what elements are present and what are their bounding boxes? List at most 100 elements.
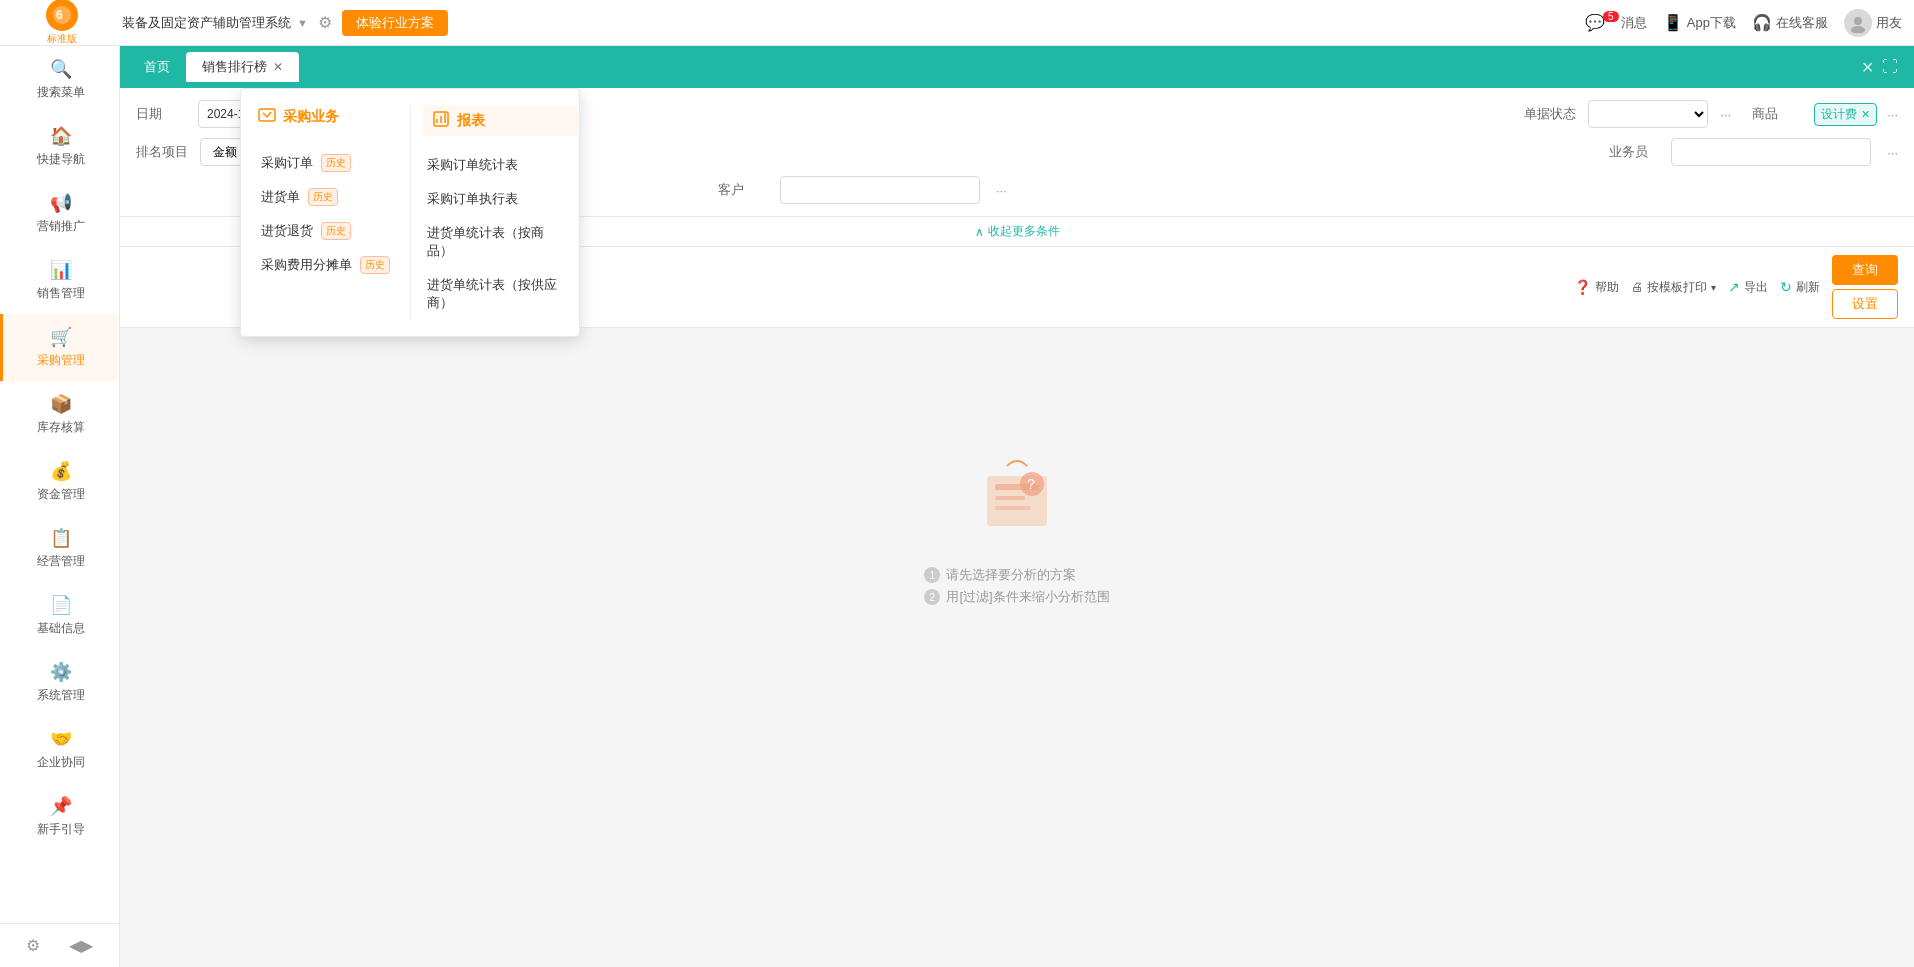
- sidebar-label-purchase: 采购管理: [37, 352, 85, 369]
- sidebar-item-purchase[interactable]: 🛒 采购管理: [0, 314, 119, 381]
- tabbar-right: ✕ ⛶: [1861, 58, 1906, 77]
- main: 首页 销售排行榜 ✕ ✕ ⛶ 日期 2024-12-31: [120, 46, 1914, 967]
- sidebar-item-collab[interactable]: 🤝 企业协同: [0, 716, 119, 783]
- po-execution-label: 采购订单执行表: [427, 190, 518, 208]
- messages-btn[interactable]: 💬 5 消息: [1585, 13, 1647, 32]
- salesperson-dots[interactable]: ···: [1887, 145, 1898, 160]
- tab-sales-rank[interactable]: 销售排行榜 ✕: [186, 52, 299, 82]
- tab-close-icon[interactable]: ✕: [273, 60, 283, 74]
- reports-header-label: 报表: [457, 112, 485, 130]
- sidebar-label-sales: 销售管理: [37, 285, 85, 302]
- sidebar-item-system[interactable]: ⚙️ 系统管理: [0, 649, 119, 716]
- tab-home[interactable]: 首页: [128, 52, 186, 82]
- messages-label: 消息: [1621, 14, 1647, 32]
- system-dropdown-icon[interactable]: ▼: [297, 17, 308, 29]
- refresh-btn[interactable]: ↻ 刷新: [1780, 279, 1820, 296]
- nav-icon: 🏠: [50, 125, 72, 147]
- purchase-col-header: 采购业务: [257, 105, 398, 134]
- doc-status-label: 单据状态: [1524, 105, 1576, 123]
- sidebar-label-search: 搜索菜单: [37, 84, 85, 101]
- print-btn[interactable]: 🖨 按模板打印 ▾: [1631, 279, 1716, 296]
- tab-close-window-icon[interactable]: ✕: [1861, 58, 1874, 77]
- sidebar-item-basic-info[interactable]: 📄 基础信息: [0, 582, 119, 649]
- sidebar-label-inventory: 库存核算: [37, 419, 85, 436]
- dropdown-item-receipt-by-goods[interactable]: 进货单统计表（按商品）: [423, 216, 564, 268]
- sidebar-label-system: 系统管理: [37, 687, 85, 704]
- inventory-icon: 📦: [50, 393, 72, 415]
- rank-label: 排名项目: [136, 143, 188, 161]
- industry-btn[interactable]: 体验行业方案: [342, 10, 448, 36]
- query-btn[interactable]: 查询: [1832, 255, 1898, 285]
- purchase-header-icon: [257, 105, 277, 128]
- settings-btn[interactable]: 设置: [1832, 289, 1898, 319]
- topbar-system: 装备及固定资产辅助管理系统 ▼ ⚙ 体验行业方案: [122, 10, 1585, 36]
- empty-state: ? 1 请先选择要分析的方案 2 用[过滤]条件来缩小分析范围: [120, 328, 1914, 728]
- printer-icon: 🖨: [1631, 280, 1643, 294]
- sidebar-settings-btn[interactable]: ⚙: [26, 936, 40, 955]
- sidebar-collapse-btn[interactable]: ◀▶: [69, 936, 93, 955]
- app-download-btn[interactable]: 📱 App下载: [1663, 13, 1736, 32]
- system-icon: ⚙️: [50, 661, 72, 683]
- operations-icon: 📋: [50, 527, 72, 549]
- salesperson-input[interactable]: [1671, 138, 1871, 166]
- basic-info-icon: 📄: [50, 594, 72, 616]
- print-arrow-icon: ▾: [1711, 282, 1716, 293]
- reports-col-header: 报表: [423, 105, 580, 136]
- dropdown-item-goods-receipt[interactable]: 进货单 历史: [257, 180, 398, 214]
- dropdown-item-po-execution[interactable]: 采购订单执行表: [423, 182, 564, 216]
- sidebar-label-basic-info: 基础信息: [37, 620, 85, 637]
- sidebar-item-nav[interactable]: 🏠 快捷导航: [0, 113, 119, 180]
- svg-rect-9: [259, 109, 275, 121]
- online-service-btn[interactable]: 🎧 在线客服: [1752, 13, 1828, 32]
- sidebar-item-guide[interactable]: 📌 新手引导: [0, 783, 119, 850]
- receipt-by-supplier-label: 进货单统计表（按供应商）: [427, 276, 560, 312]
- sidebar-item-operations[interactable]: 📋 经营管理: [0, 515, 119, 582]
- online-service-label: 在线客服: [1776, 14, 1828, 32]
- sidebar-item-marketing[interactable]: 📢 营销推广: [0, 180, 119, 247]
- doc-status-select[interactable]: [1588, 100, 1708, 128]
- customer-input[interactable]: [780, 176, 980, 204]
- dropdown-item-purchase-order[interactable]: 采购订单 历史: [257, 146, 398, 180]
- sidebar-item-finance[interactable]: 💰 资金管理: [0, 448, 119, 515]
- purchase-order-label: 采购订单: [261, 154, 313, 172]
- dropdown-item-purchase-expense[interactable]: 采购费用分摊单 历史: [257, 248, 398, 282]
- sidebar-item-sales[interactable]: 📊 销售管理: [0, 247, 119, 314]
- dropdown-item-po-stats[interactable]: 采购订单统计表: [423, 148, 564, 182]
- sidebar-item-search[interactable]: 🔍 搜索菜单: [0, 46, 119, 113]
- dropdown-item-receipt-by-supplier[interactable]: 进货单统计表（按供应商）: [423, 268, 564, 320]
- tab-maximize-icon[interactable]: ⛶: [1882, 58, 1898, 76]
- export-btn[interactable]: ↗ 导出: [1728, 279, 1768, 296]
- step2-num: 2: [924, 589, 940, 605]
- goods-tag[interactable]: 设计费 ✕: [1814, 103, 1877, 126]
- topbar-right: 💬 5 消息 📱 App下载 🎧 在线客服 用友: [1585, 9, 1902, 37]
- headset-icon: 🎧: [1752, 13, 1772, 32]
- goods-dots[interactable]: ···: [1887, 107, 1898, 122]
- customer-dots[interactable]: ···: [996, 183, 1007, 198]
- sidebar: 🔍 搜索菜单 🏠 快捷导航 📢 营销推广 📊 销售管理 🛒 采购管理 📦 库存核…: [0, 46, 120, 967]
- goods-tag-close-icon[interactable]: ✕: [1861, 108, 1870, 121]
- logo: 6 标准版: [12, 0, 112, 46]
- logo-text: 标准版: [47, 32, 77, 46]
- search-sidebar-icon: 🔍: [50, 58, 72, 80]
- guide-icon: 📌: [50, 795, 72, 817]
- settings-icon[interactable]: ⚙: [318, 13, 332, 32]
- user-menu[interactable]: 用友: [1844, 9, 1902, 37]
- customer-label: 客户: [718, 181, 768, 199]
- help-btn[interactable]: ❓ 帮助: [1574, 279, 1619, 296]
- user-label: 用友: [1876, 14, 1902, 32]
- sidebar-label-operations: 经营管理: [37, 553, 85, 570]
- goods-receipt-label: 进货单: [261, 188, 300, 206]
- print-label: 按模板打印: [1647, 279, 1707, 296]
- svg-point-2: [1851, 26, 1865, 33]
- message-badge: 5: [1603, 11, 1619, 22]
- tab-home-label: 首页: [144, 58, 170, 76]
- sidebar-item-inventory[interactable]: 📦 库存核算: [0, 381, 119, 448]
- dropdown-item-goods-return[interactable]: 进货退货 历史: [257, 214, 398, 248]
- doc-status-dots[interactable]: ···: [1720, 107, 1740, 122]
- reports-header-icon: [431, 109, 451, 132]
- goods-return-hist: 历史: [321, 222, 351, 240]
- help-icon: ❓: [1574, 279, 1591, 295]
- svg-text:?: ?: [1027, 476, 1035, 492]
- sidebar-label-finance: 资金管理: [37, 486, 85, 503]
- step1-num: 1: [924, 567, 940, 583]
